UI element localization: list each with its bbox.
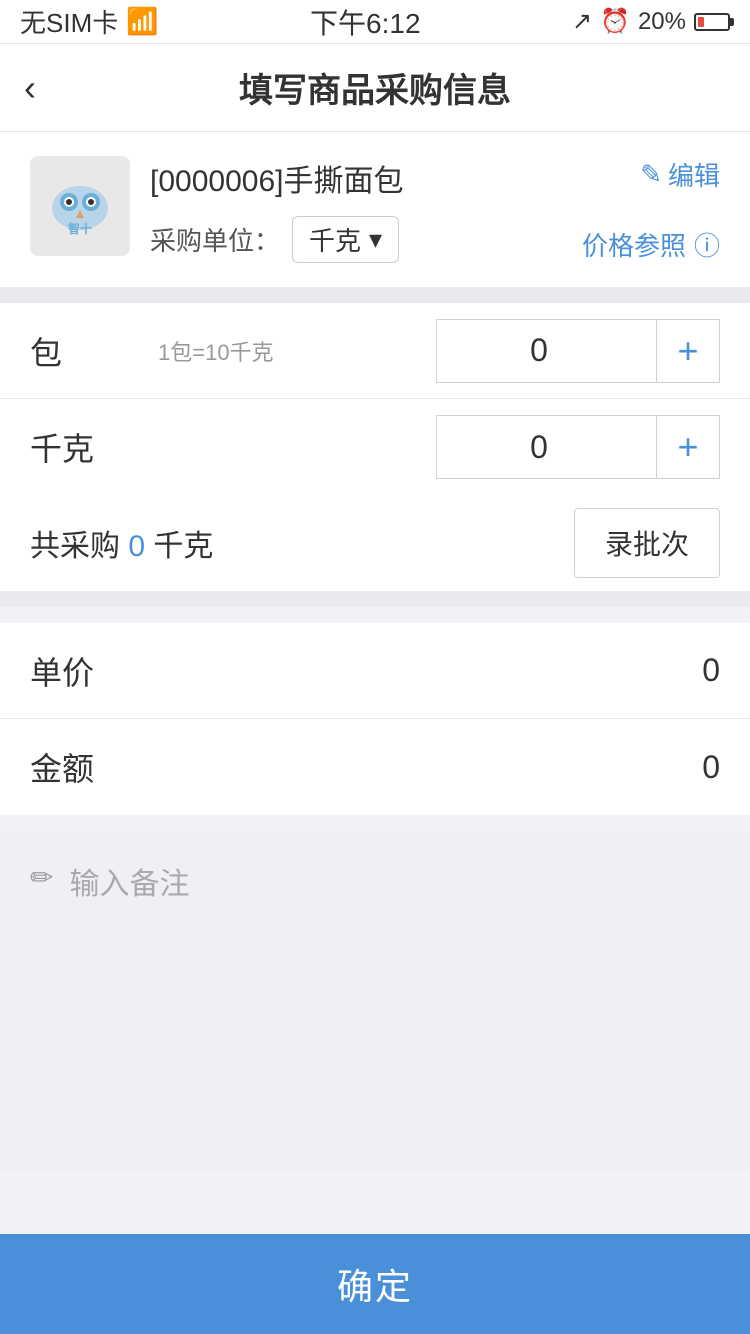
edit-icon: ✎ xyxy=(640,159,662,190)
status-right: ↗ ⏰ 20% xyxy=(572,7,730,36)
summary-row: 共采购 0 千克 录批次 xyxy=(0,495,750,591)
bao-input-group: + xyxy=(436,319,720,383)
unit-label: 采购单位： xyxy=(150,221,280,258)
status-bar: 无SIM卡 📶 下午6:12 ↗ ⏰ 20% xyxy=(0,0,750,44)
kg-plus-button[interactable]: + xyxy=(656,415,720,479)
amount-value: 0 xyxy=(702,749,720,786)
carrier-label: 无SIM卡 xyxy=(20,3,118,40)
product-thumbnail: 智十 xyxy=(30,156,130,256)
summary-prefix: 共采购 xyxy=(30,530,120,563)
price-info-section: 单价 0 金额 0 xyxy=(0,623,750,815)
price-ref-button[interactable]: 价格参照 ⓘ xyxy=(582,226,720,263)
status-time: 下午6:12 xyxy=(310,2,421,42)
edit-label: 编辑 xyxy=(668,156,720,193)
location-icon: ↗ xyxy=(572,7,592,36)
product-logo: 智十 xyxy=(45,176,115,236)
dropdown-arrow-icon: ▾ xyxy=(369,224,382,255)
price-ref-help-icon: ⓘ xyxy=(694,226,720,263)
divider-1 xyxy=(0,287,750,303)
unit-price-row: 单价 0 xyxy=(0,623,750,719)
page-title: 填写商品采购信息 xyxy=(239,63,511,112)
remark-placeholder: 输入备注 xyxy=(69,859,189,903)
alarm-icon: ⏰ xyxy=(600,7,630,36)
unit-price-value: 0 xyxy=(702,652,720,689)
bao-plus-button[interactable]: + xyxy=(656,319,720,383)
summary-text: 共采购 0 千克 xyxy=(30,521,213,565)
amount-row: 金额 0 xyxy=(0,719,750,815)
product-name: [0000006]手撕面包 xyxy=(150,156,720,200)
edit-button[interactable]: ✎ 编辑 xyxy=(640,156,720,193)
kg-label: 千克 xyxy=(30,424,150,470)
bao-sub-label: 1包=10千克 xyxy=(158,335,274,367)
bao-quantity-input[interactable] xyxy=(436,319,656,383)
back-button[interactable]: ‹ xyxy=(24,67,36,109)
price-ref-label: 价格参照 xyxy=(582,226,686,263)
remark-section[interactable]: ✏ 输入备注 xyxy=(0,831,750,1171)
divider-2 xyxy=(0,591,750,607)
pencil-icon: ✏ xyxy=(30,861,53,894)
battery-percent: 20% xyxy=(638,8,686,36)
input-section: 包 1包=10千克 + 千克 + xyxy=(0,303,750,495)
svg-text:智十: 智十 xyxy=(67,221,92,236)
summary-value: 0 xyxy=(128,530,145,563)
unit-price-label: 单价 xyxy=(30,648,94,694)
kg-input-row: 千克 + xyxy=(0,399,750,495)
status-left: 无SIM卡 📶 xyxy=(20,3,159,40)
summary-unit: 千克 xyxy=(153,530,213,563)
unit-value: 千克 xyxy=(309,221,361,258)
nav-bar: ‹ 填写商品采购信息 xyxy=(0,44,750,132)
unit-dropdown[interactable]: 千克 ▾ xyxy=(292,216,399,263)
bao-input-row: 包 1包=10千克 + xyxy=(0,303,750,399)
confirm-button[interactable]: 确定 xyxy=(0,1234,750,1334)
battery-icon xyxy=(694,13,730,31)
kg-input-group: + xyxy=(436,415,720,479)
bao-label: 包 xyxy=(30,328,150,374)
kg-quantity-input[interactable] xyxy=(436,415,656,479)
product-card: 智十 [0000006]手撕面包 采购单位： 千克 ▾ ✎ 编辑 价格参照 ⓘ xyxy=(0,132,750,287)
wifi-icon: 📶 xyxy=(126,6,158,37)
batch-button[interactable]: 录批次 xyxy=(574,508,720,578)
amount-label: 金额 xyxy=(30,744,94,790)
